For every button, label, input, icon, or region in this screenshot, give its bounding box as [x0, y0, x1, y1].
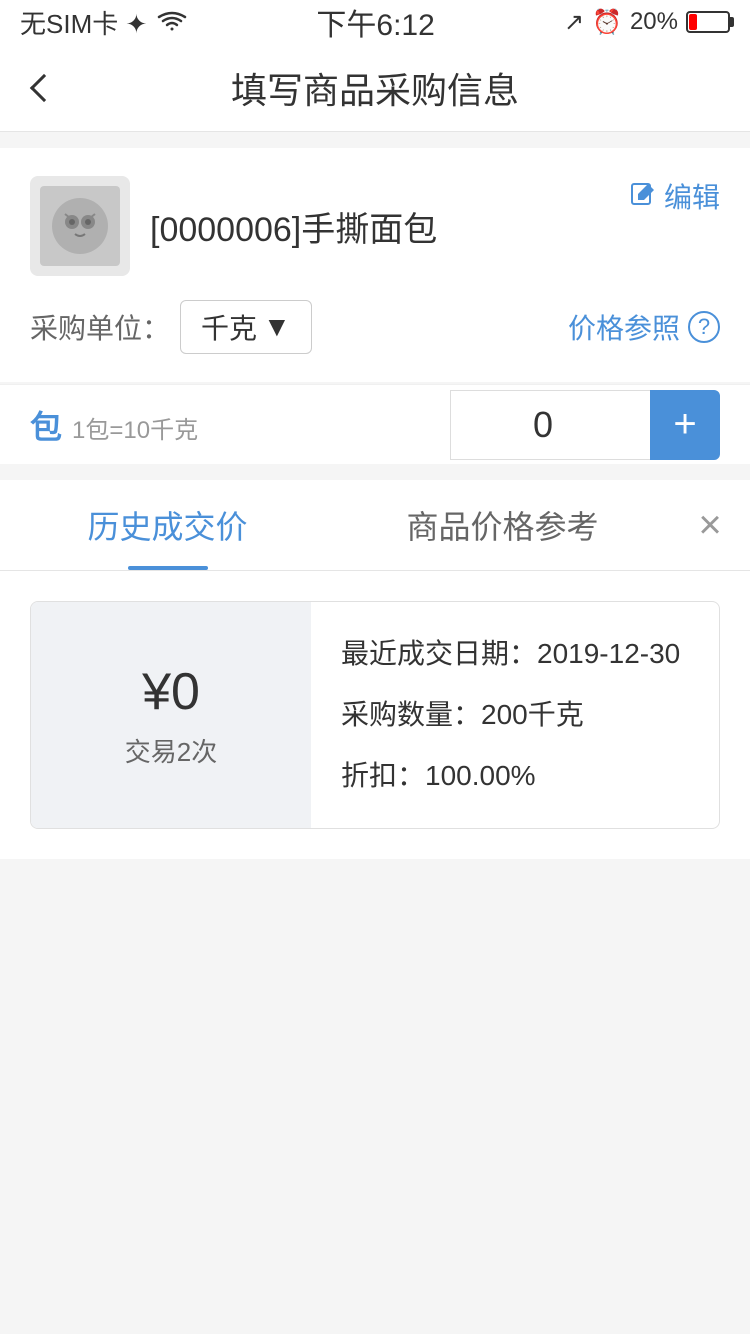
battery-percent: 20%	[630, 8, 678, 36]
unit-select[interactable]: 千克 ▼	[180, 300, 312, 354]
trade-date-row: 最近成交日期：2019-12-30	[341, 632, 689, 677]
edit-button[interactable]: 编辑	[630, 176, 720, 216]
package-icon: 包	[30, 402, 62, 448]
tabs-section: 历史成交价 商品价格参考 × ¥0 交易2次 最近成交日期：2019-12-30…	[0, 480, 750, 859]
quantity-input-group: +	[450, 390, 720, 460]
tab2-label: 商品价格参考	[406, 502, 598, 548]
product-thumbnail	[40, 186, 120, 266]
qty-label: 采购数量：	[341, 699, 481, 730]
battery-icon	[686, 11, 730, 33]
back-button[interactable]	[0, 44, 88, 132]
edit-icon	[630, 182, 658, 210]
dropdown-arrow-icon: ▼	[263, 311, 291, 343]
tabs-content: ¥0 交易2次 最近成交日期：2019-12-30 采购数量：200千克 折扣：…	[0, 571, 750, 859]
plus-icon: +	[673, 402, 696, 447]
status-right-group: ↗ ⏰ 20%	[564, 8, 730, 37]
unit-label: 采购单位： 千克 ▼	[30, 300, 312, 354]
product-header: [0000006]手撕面包 编辑	[30, 176, 720, 276]
price-ref-label: 价格参照	[568, 307, 680, 347]
trade-count: 交易2次	[125, 732, 217, 769]
product-left: [0000006]手撕面包	[30, 176, 437, 276]
tab-product-price-ref[interactable]: 商品价格参考	[335, 480, 670, 570]
package-hint: 1包=10千克	[72, 410, 198, 445]
info-icon: ?	[688, 311, 720, 343]
product-logo-icon	[50, 196, 110, 256]
trade-card: ¥0 交易2次 最近成交日期：2019-12-30 采购数量：200千克 折扣：…	[30, 601, 720, 829]
page-title: 填写商品采购信息	[231, 62, 519, 114]
discount-value: 100.00%	[425, 760, 536, 791]
alarm-icon: ⏰	[592, 8, 622, 37]
trade-discount-row: 折扣：100.00%	[341, 754, 689, 799]
tab-history-price[interactable]: 历史成交价	[0, 480, 335, 570]
unit-label-text: 采购单位：	[30, 307, 170, 347]
trade-price: ¥0	[142, 662, 200, 722]
product-image	[30, 176, 130, 276]
quantity-section: 包 1包=10千克 +	[0, 384, 750, 464]
tab-close-button[interactable]: ×	[670, 480, 750, 570]
quantity-label-group: 包 1包=10千克	[30, 402, 198, 448]
status-time: 下午6:12	[316, 0, 434, 44]
quantity-plus-button[interactable]: +	[650, 390, 720, 460]
date-value: 2019-12-30	[537, 638, 680, 669]
back-arrow-icon	[30, 73, 58, 101]
qty-value: 200千克	[481, 699, 584, 730]
product-unit-row: 采购单位： 千克 ▼ 价格参照 ?	[30, 300, 720, 354]
close-icon: ×	[698, 505, 721, 545]
tab1-label: 历史成交价	[87, 502, 247, 548]
product-name: [0000006]手撕面包	[150, 202, 437, 251]
tabs-header: 历史成交价 商品价格参考 ×	[0, 480, 750, 571]
status-bar: 无SIM卡 ✦ 下午6:12 ↗ ⏰ 20%	[0, 0, 750, 44]
wifi-icon	[157, 11, 187, 33]
quantity-input[interactable]	[450, 390, 650, 460]
unit-value: 千克	[201, 307, 257, 347]
edit-label: 编辑	[664, 176, 720, 216]
price-ref-button[interactable]: 价格参照 ?	[568, 307, 720, 347]
location-icon: ↗	[564, 8, 584, 37]
trade-card-right: 最近成交日期：2019-12-30 采购数量：200千克 折扣：100.00%	[311, 602, 719, 828]
status-carrier: 无SIM卡 ✦	[20, 4, 187, 41]
date-label: 最近成交日期：	[341, 638, 537, 669]
trade-qty-row: 采购数量：200千克	[341, 693, 689, 738]
product-section: [0000006]手撕面包 编辑 采购单位： 千克 ▼ 价格参照 ?	[0, 148, 750, 382]
carrier-text: 无SIM卡 ✦	[20, 4, 147, 41]
nav-bar: 填写商品采购信息	[0, 44, 750, 132]
trade-card-left: ¥0 交易2次	[31, 602, 311, 828]
discount-label: 折扣：	[341, 760, 425, 791]
